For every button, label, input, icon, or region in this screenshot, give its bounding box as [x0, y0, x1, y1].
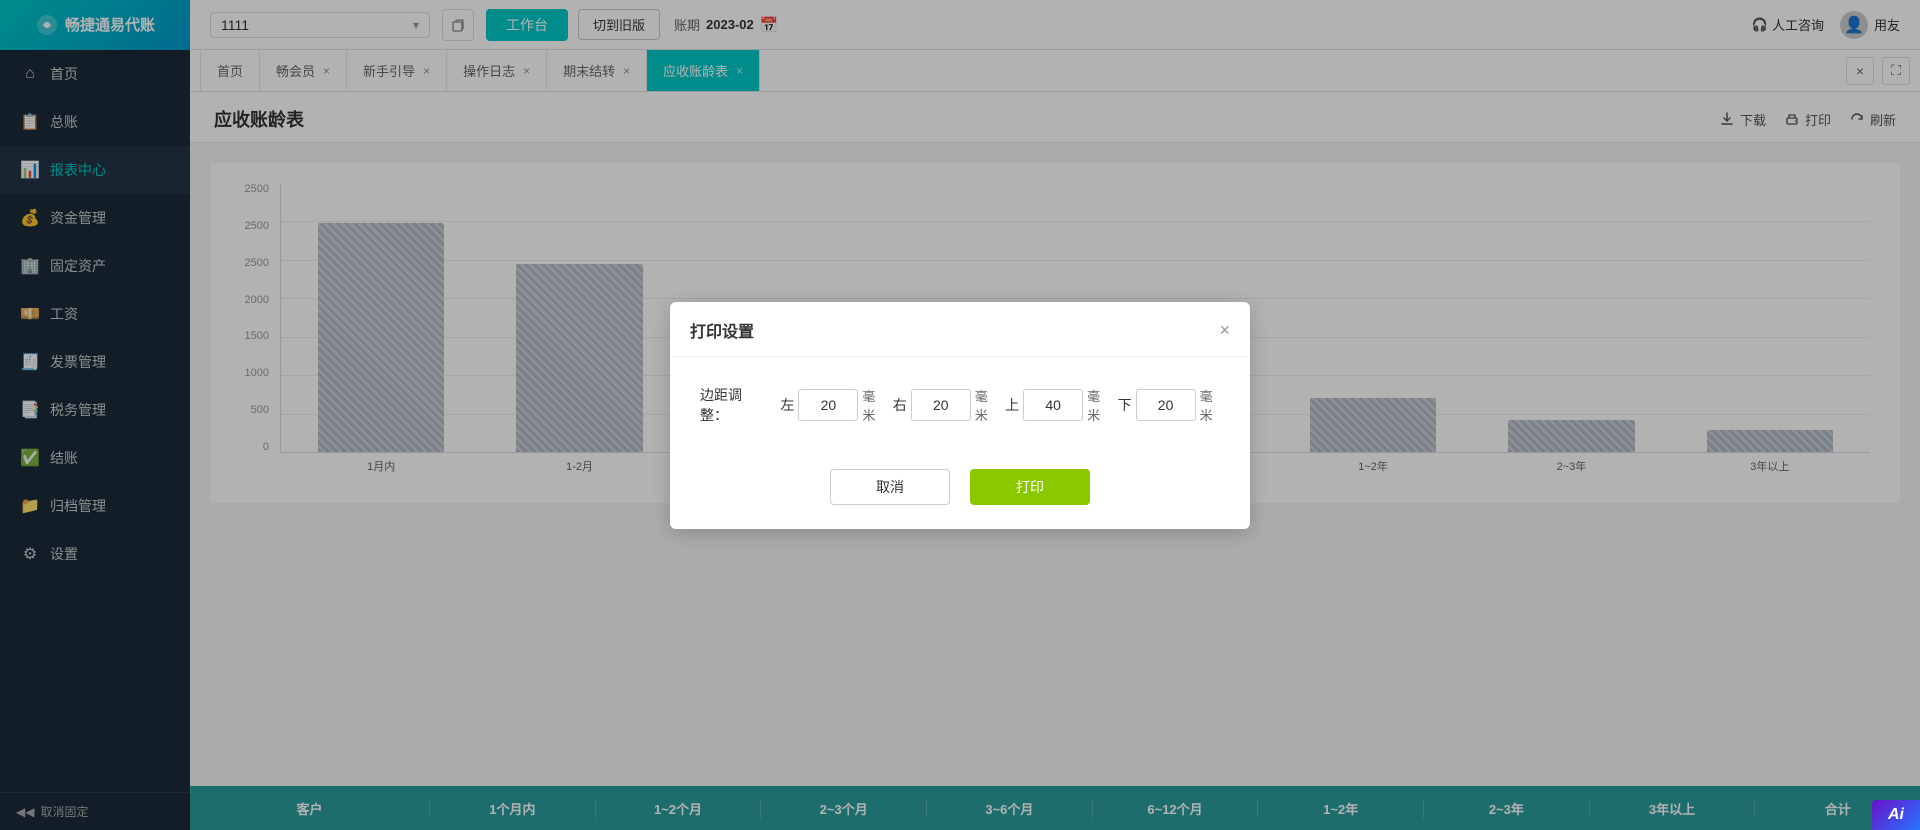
ai-badge: Ai: [1872, 800, 1920, 830]
print-settings-modal: 打印设置 × 边距调整： 左 毫米 右 毫米 上: [670, 302, 1250, 529]
margin-adjust-label: 边距调整：: [700, 385, 766, 425]
top-label: 上: [1005, 395, 1019, 415]
top-margin-input[interactable]: [1023, 389, 1083, 421]
left-margin-input[interactable]: [798, 389, 858, 421]
modal-header: 打印设置 ×: [670, 302, 1250, 357]
print-confirm-button[interactable]: 打印: [970, 469, 1090, 505]
modal-title: 打印设置: [690, 318, 754, 342]
right-margin-input[interactable]: [911, 389, 971, 421]
cancel-button[interactable]: 取消: [830, 469, 950, 505]
margin-top-group: 上 毫米: [1005, 386, 1107, 424]
right-label: 右: [893, 395, 907, 415]
left-label: 左: [780, 395, 794, 415]
modal-close-button[interactable]: ×: [1219, 321, 1230, 339]
right-unit: 毫米: [975, 386, 995, 424]
left-unit: 毫米: [862, 386, 882, 424]
margin-bottom-group: 下 毫米: [1118, 386, 1220, 424]
top-unit: 毫米: [1087, 386, 1107, 424]
modal-footer: 取消 打印: [670, 453, 1250, 529]
bottom-unit: 毫米: [1200, 386, 1220, 424]
bottom-label: 下: [1118, 395, 1132, 415]
modal-overlay: 打印设置 × 边距调整： 左 毫米 右 毫米 上: [0, 0, 1920, 830]
margin-left-group: 左 毫米: [780, 386, 882, 424]
margin-right-group: 右 毫米: [893, 386, 995, 424]
modal-body: 边距调整： 左 毫米 右 毫米 上 毫米 下: [670, 357, 1250, 453]
ai-badge-label: Ai: [1888, 806, 1904, 823]
bottom-margin-input[interactable]: [1136, 389, 1196, 421]
margin-row: 边距调整： 左 毫米 右 毫米 上 毫米 下: [700, 385, 1220, 425]
